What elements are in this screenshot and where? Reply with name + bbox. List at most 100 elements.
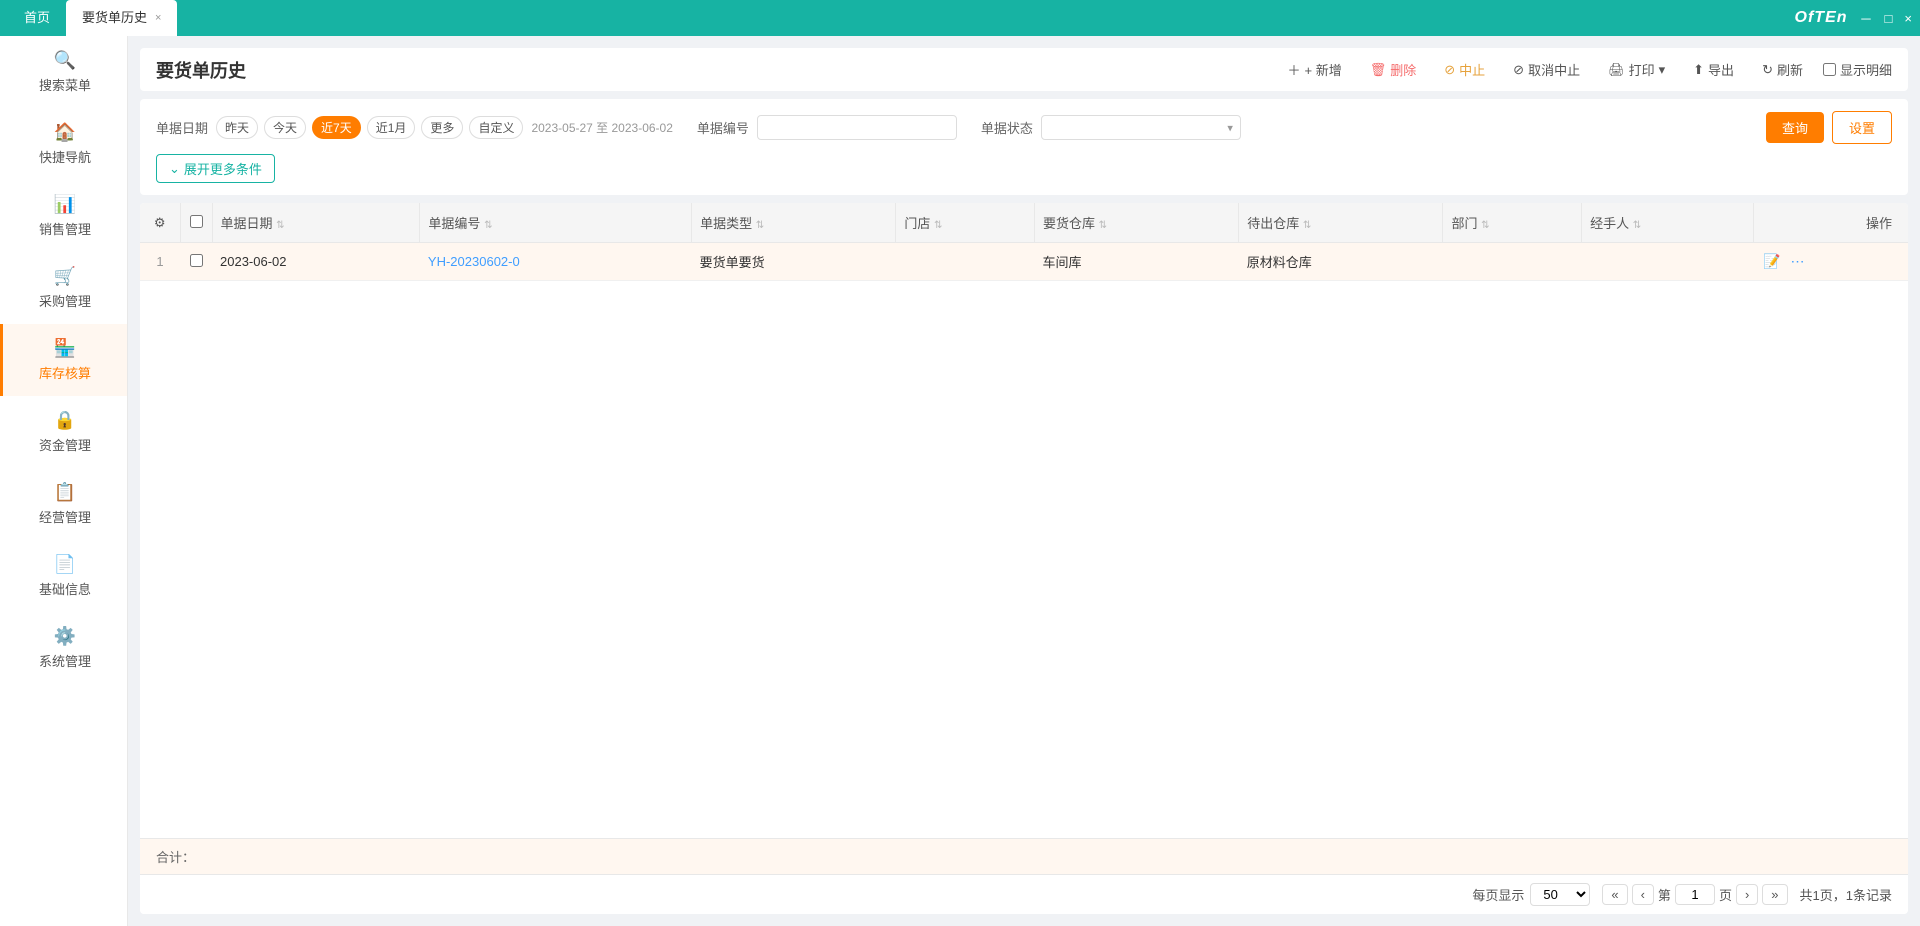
th-checkbox	[180, 203, 212, 243]
date-btn-yesterday[interactable]: 昨天	[216, 116, 258, 139]
new-label: + 新增	[1304, 60, 1341, 79]
th-department-label: 部门	[1451, 216, 1477, 231]
refresh-label: 刷新	[1777, 60, 1803, 79]
th-docdate[interactable]: 单据日期 ⇅	[212, 203, 420, 243]
print-label: 打印	[1629, 60, 1655, 79]
suspend-btn[interactable]: ⊘ 中止	[1436, 56, 1493, 83]
th-pendingwarehouse[interactable]: 待出仓库 ⇅	[1239, 203, 1443, 243]
th-docno-label: 单据编号	[428, 216, 480, 231]
select-all-checkbox[interactable]	[190, 215, 203, 228]
export-icon: ⬆	[1693, 62, 1704, 78]
cancel-suspend-btn[interactable]: ⊘ 取消中止	[1505, 56, 1588, 83]
export-btn[interactable]: ⬆ 导出	[1685, 56, 1742, 83]
display-detail-label: 显示明细	[1840, 60, 1892, 79]
tab-home[interactable]: 首页	[8, 0, 66, 36]
sidebar-item-operations-mgmt-label: 经营管理	[39, 507, 91, 526]
tab-requisition-history[interactable]: 要货单历史 ×	[66, 0, 177, 36]
status-select[interactable]	[1041, 115, 1241, 140]
docno-input[interactable]	[757, 115, 957, 140]
row-doctype: 要货单要货	[692, 243, 896, 281]
row-more-btn[interactable]: ⋯	[1789, 251, 1807, 272]
sidebar-item-sales-mgmt-label: 销售管理	[39, 219, 91, 238]
page-size-select[interactable]: 10 20 50 100	[1530, 883, 1590, 906]
sidebar-item-sales-mgmt[interactable]: 📊 销售管理	[0, 180, 127, 252]
prev-page-btn[interactable]: ‹	[1632, 884, 1654, 905]
row-docno-link[interactable]: YH-20230602-0	[428, 254, 520, 269]
filter-row-1: 单据日期 昨天 今天 近7天 近1月 更多 自定义 2023-05-27 至 2…	[156, 111, 1892, 144]
export-label: 导出	[1708, 60, 1734, 79]
sidebar-item-basic-info[interactable]: 📄 基础信息	[0, 540, 127, 612]
print-btn[interactable]: 🖨 打印 ▾	[1600, 56, 1673, 83]
th-reqwarehouse[interactable]: 要货仓库 ⇅	[1035, 203, 1239, 243]
close-btn[interactable]: ×	[1904, 11, 1912, 26]
search-menu-icon: 🔍	[54, 50, 76, 71]
th-doctype-sort-icon: ⇅	[756, 220, 764, 231]
date-filter-label: 单据日期	[156, 118, 208, 137]
data-table: ⚙ 单据日期 ⇅ 单据编号 ⇅	[140, 203, 1908, 281]
query-btn[interactable]: 查询	[1766, 112, 1824, 143]
page-size-group: 每页显示 10 20 50 100	[1472, 883, 1590, 906]
th-handler[interactable]: 经手人 ⇅	[1582, 203, 1753, 243]
date-btn-group: 昨天 今天 近7天 近1月 更多 自定义	[216, 116, 523, 139]
basic-info-icon: 📄	[54, 554, 76, 575]
th-doctype-label: 单据类型	[700, 216, 752, 231]
new-btn[interactable]: ＋ + 新增	[1279, 56, 1349, 83]
sidebar-item-operations-mgmt[interactable]: 📋 经营管理	[0, 468, 127, 540]
expand-more-btn[interactable]: ⌄ 展开更多条件	[156, 154, 275, 183]
delete-icon: 🗑	[1370, 62, 1387, 78]
page-size-label: 每页显示	[1472, 885, 1524, 904]
brand-text: OfTEn	[1795, 9, 1848, 27]
sidebar-item-purchase-mgmt[interactable]: 🛒 采购管理	[0, 252, 127, 324]
print-icon: 🖨	[1608, 62, 1625, 78]
delete-btn[interactable]: 🗑 删除	[1362, 56, 1425, 83]
th-actions: 操作	[1753, 203, 1908, 243]
main-layout: 🔍 搜索菜单 🏠 快捷导航 📊 销售管理 🛒 采购管理 🏪 库存核算 🔒 资金管…	[0, 36, 1920, 926]
quick-nav-icon: 🏠	[54, 122, 76, 143]
sidebar-item-finance-mgmt[interactable]: 🔒 资金管理	[0, 396, 127, 468]
sidebar-item-inventory-calc[interactable]: 🏪 库存核算	[0, 324, 127, 396]
tab-bar: 首页 要货单历史 ×	[8, 0, 1795, 36]
th-reqwarehouse-sort-icon: ⇅	[1099, 220, 1107, 231]
total-info: 共1页，1条记录	[1800, 885, 1892, 904]
tab-close-icon[interactable]: ×	[155, 0, 161, 36]
th-store[interactable]: 门店 ⇅	[896, 203, 1035, 243]
table-area: ⚙ 单据日期 ⇅ 单据编号 ⇅	[140, 203, 1908, 914]
content-area: 要货单历史 ＋ + 新增 🗑 删除 ⊘ 中止 ⊘ 取消中止	[128, 36, 1920, 926]
display-detail-toggle[interactable]: 显示明细	[1823, 60, 1892, 79]
date-btn-custom[interactable]: 自定义	[469, 116, 523, 139]
sidebar-item-quick-nav[interactable]: 🏠 快捷导航	[0, 108, 127, 180]
new-icon: ＋	[1287, 60, 1300, 79]
sales-mgmt-icon: 📊	[54, 194, 76, 215]
row-edit-btn[interactable]: 📝	[1761, 251, 1782, 272]
display-detail-checkbox[interactable]	[1823, 63, 1836, 76]
th-pendingwarehouse-label: 待出仓库	[1247, 216, 1299, 231]
th-settings[interactable]: ⚙	[140, 203, 180, 243]
finance-mgmt-icon: 🔒	[54, 410, 76, 431]
first-page-btn[interactable]: «	[1602, 884, 1627, 905]
settings-btn[interactable]: 设置	[1832, 111, 1892, 144]
last-page-btn[interactable]: »	[1762, 884, 1787, 905]
th-docno[interactable]: 单据编号 ⇅	[420, 203, 692, 243]
th-department[interactable]: 部门 ⇅	[1443, 203, 1582, 243]
page-input[interactable]	[1675, 884, 1715, 905]
row-department	[1443, 243, 1582, 281]
table-header-row: ⚙ 单据日期 ⇅ 单据编号 ⇅	[140, 203, 1908, 243]
date-btn-today[interactable]: 今天	[264, 116, 306, 139]
date-btn-7days[interactable]: 近7天	[312, 116, 361, 139]
sidebar-item-search-menu[interactable]: 🔍 搜索菜单	[0, 36, 127, 108]
refresh-btn[interactable]: ↻ 刷新	[1754, 56, 1811, 83]
minimize-btn[interactable]: －	[1860, 9, 1873, 28]
top-bar-right: OfTEn － □ ×	[1795, 9, 1912, 28]
row-action-btns: 📝 ⋯	[1761, 251, 1900, 272]
date-btn-more[interactable]: 更多	[421, 116, 463, 139]
print-dropdown-icon: ▾	[1659, 62, 1666, 78]
th-doctype[interactable]: 单据类型 ⇅	[692, 203, 896, 243]
date-btn-1month[interactable]: 近1月	[367, 116, 416, 139]
sidebar-item-purchase-mgmt-label: 采购管理	[39, 291, 91, 310]
page-input-suffix: 页	[1719, 885, 1732, 904]
row-checkbox[interactable]	[190, 254, 203, 267]
maximize-btn[interactable]: □	[1885, 11, 1893, 26]
next-page-btn[interactable]: ›	[1736, 884, 1758, 905]
sidebar-item-system-mgmt[interactable]: ⚙️ 系统管理	[0, 612, 127, 684]
refresh-icon: ↻	[1762, 62, 1773, 78]
